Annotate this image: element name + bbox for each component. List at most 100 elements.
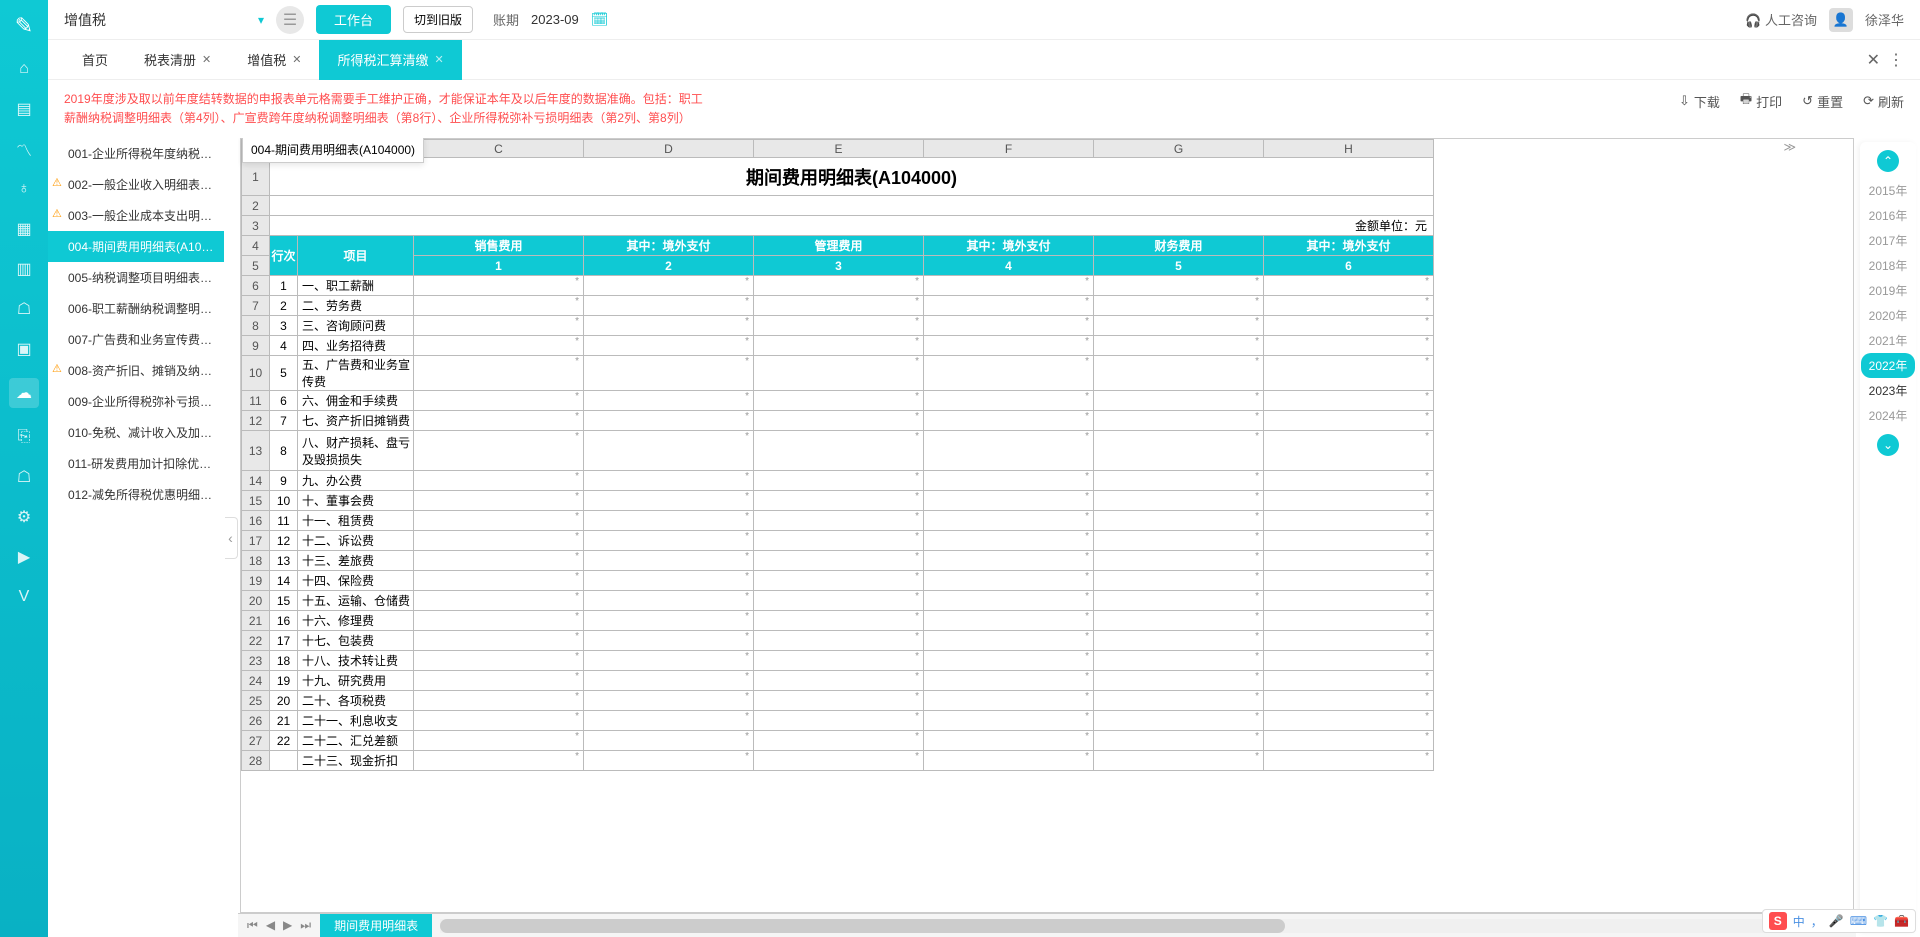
- data-cell[interactable]: *: [414, 751, 584, 771]
- data-cell[interactable]: *: [1094, 711, 1264, 731]
- bag-icon[interactable]: ♁: [13, 178, 35, 200]
- data-cell[interactable]: *: [754, 471, 924, 491]
- close-all-tabs-icon[interactable]: ✕: [1867, 50, 1880, 70]
- report-icon[interactable]: ▥: [13, 258, 35, 280]
- ime-mic-icon[interactable]: 🎤: [1829, 914, 1844, 928]
- spreadsheet[interactable]: ABCDEFGH1期间费用明细表(A104000)23金额单位：元4行次项目销售…: [240, 138, 1854, 913]
- data-cell[interactable]: *: [1264, 691, 1434, 711]
- data-cell[interactable]: *: [1264, 276, 1434, 296]
- data-cell[interactable]: *: [924, 316, 1094, 336]
- ime-tool-icon[interactable]: 🧰: [1894, 914, 1909, 928]
- data-cell[interactable]: *: [924, 356, 1094, 391]
- row-header[interactable]: 20: [242, 591, 270, 611]
- data-cell[interactable]: *: [1094, 751, 1264, 771]
- print-button[interactable]: 🖶 打印: [1740, 90, 1782, 112]
- data-cell[interactable]: *: [584, 611, 754, 631]
- data-cell[interactable]: *: [924, 611, 1094, 631]
- data-cell[interactable]: *: [754, 316, 924, 336]
- data-cell[interactable]: *: [584, 531, 754, 551]
- data-cell[interactable]: *: [1264, 551, 1434, 571]
- data-cell[interactable]: *: [924, 491, 1094, 511]
- data-cell[interactable]: *: [414, 491, 584, 511]
- col-header[interactable]: D: [584, 140, 754, 158]
- tree-item-9[interactable]: 010-免税、减计收入及加计...: [48, 417, 224, 448]
- data-cell[interactable]: *: [584, 316, 754, 336]
- tree-item-1[interactable]: ⚠002-一般企业收入明细表(A1...: [48, 169, 224, 200]
- data-cell[interactable]: *: [754, 631, 924, 651]
- row-header[interactable]: 16: [242, 511, 270, 531]
- year-2017年[interactable]: 2017年: [1861, 228, 1916, 253]
- data-cell[interactable]: *: [584, 491, 754, 511]
- cloud-icon[interactable]: ☁: [9, 378, 39, 408]
- data-cell[interactable]: *: [924, 276, 1094, 296]
- data-cell[interactable]: *: [1264, 336, 1434, 356]
- data-cell[interactable]: *: [584, 471, 754, 491]
- data-cell[interactable]: *: [754, 491, 924, 511]
- data-cell[interactable]: *: [414, 336, 584, 356]
- row-header[interactable]: 11: [242, 391, 270, 411]
- chart-icon[interactable]: 〽: [13, 138, 35, 160]
- close-icon[interactable]: ✕: [202, 53, 211, 66]
- data-cell[interactable]: *: [414, 631, 584, 651]
- data-cell[interactable]: *: [1094, 611, 1264, 631]
- data-cell[interactable]: *: [414, 356, 584, 391]
- data-cell[interactable]: *: [1094, 391, 1264, 411]
- data-cell[interactable]: *: [1264, 511, 1434, 531]
- data-cell[interactable]: *: [584, 336, 754, 356]
- data-cell[interactable]: *: [754, 276, 924, 296]
- col-header[interactable]: E: [754, 140, 924, 158]
- settings-icon[interactable]: ⚙: [13, 506, 35, 528]
- data-cell[interactable]: *: [584, 431, 754, 471]
- video-icon[interactable]: ▶: [13, 546, 35, 568]
- data-cell[interactable]: *: [584, 276, 754, 296]
- year-2016年[interactable]: 2016年: [1861, 203, 1916, 228]
- ime-mode[interactable]: 中: [1793, 913, 1805, 930]
- row-header[interactable]: 28: [242, 751, 270, 771]
- data-cell[interactable]: *: [1264, 591, 1434, 611]
- data-cell[interactable]: *: [754, 411, 924, 431]
- tree-item-10[interactable]: 011-研发费用加计扣除优惠...: [48, 448, 224, 479]
- v-icon[interactable]: V: [13, 586, 35, 608]
- row-header[interactable]: 15: [242, 491, 270, 511]
- data-cell[interactable]: *: [1264, 431, 1434, 471]
- data-cell[interactable]: *: [414, 571, 584, 591]
- sheet-nav-next-icon[interactable]: ▶: [280, 918, 295, 933]
- data-cell[interactable]: *: [754, 551, 924, 571]
- data-cell[interactable]: *: [1094, 651, 1264, 671]
- horizontal-scrollbar[interactable]: [440, 919, 1848, 933]
- tree-item-11[interactable]: 012-减免所得税优惠明细表(...: [48, 479, 224, 510]
- data-cell[interactable]: *: [924, 336, 1094, 356]
- data-cell[interactable]: *: [414, 691, 584, 711]
- data-cell[interactable]: *: [754, 531, 924, 551]
- data-cell[interactable]: *: [924, 431, 1094, 471]
- calendar-icon[interactable]: ▣: [13, 338, 35, 360]
- collapse-tree-handle[interactable]: [224, 138, 238, 937]
- col-header[interactable]: H: [1264, 140, 1434, 158]
- reset-button[interactable]: ↺ 重置: [1802, 90, 1843, 112]
- year-scroll-down-icon[interactable]: ⌄: [1877, 434, 1899, 456]
- archive-icon[interactable]: ☖: [13, 466, 35, 488]
- clipboard-icon[interactable]: ▦: [13, 218, 35, 240]
- sheet-nav-first-icon[interactable]: ⏮: [244, 918, 261, 933]
- year-2024年[interactable]: 2024年: [1861, 403, 1916, 428]
- avatar-icon[interactable]: 👤: [1829, 8, 1853, 32]
- download-button[interactable]: ⇩ 下载: [1679, 90, 1720, 112]
- data-cell[interactable]: *: [1264, 491, 1434, 511]
- data-cell[interactable]: *: [1094, 276, 1264, 296]
- data-cell[interactable]: *: [1094, 491, 1264, 511]
- data-cell[interactable]: *: [924, 551, 1094, 571]
- row-header[interactable]: 23: [242, 651, 270, 671]
- data-cell[interactable]: *: [754, 611, 924, 631]
- data-cell[interactable]: *: [1094, 411, 1264, 431]
- tree-item-3[interactable]: 004-期间费用明细表(A1040...: [48, 231, 224, 262]
- year-scroll-up-icon[interactable]: ⌃: [1877, 150, 1899, 172]
- data-cell[interactable]: *: [1094, 571, 1264, 591]
- data-cell[interactable]: *: [924, 691, 1094, 711]
- data-cell[interactable]: *: [1264, 631, 1434, 651]
- ime-toolbar[interactable]: S 中 ， 🎤 ⌨ 👕 🧰: [1762, 909, 1916, 933]
- year-2015年[interactable]: 2015年: [1861, 178, 1916, 203]
- data-cell[interactable]: *: [1264, 471, 1434, 491]
- shirt-icon[interactable]: ☖: [13, 298, 35, 320]
- export-icon[interactable]: ⎘: [13, 426, 35, 448]
- tree-item-5[interactable]: 006-职工薪酬纳税调整明细...: [48, 293, 224, 324]
